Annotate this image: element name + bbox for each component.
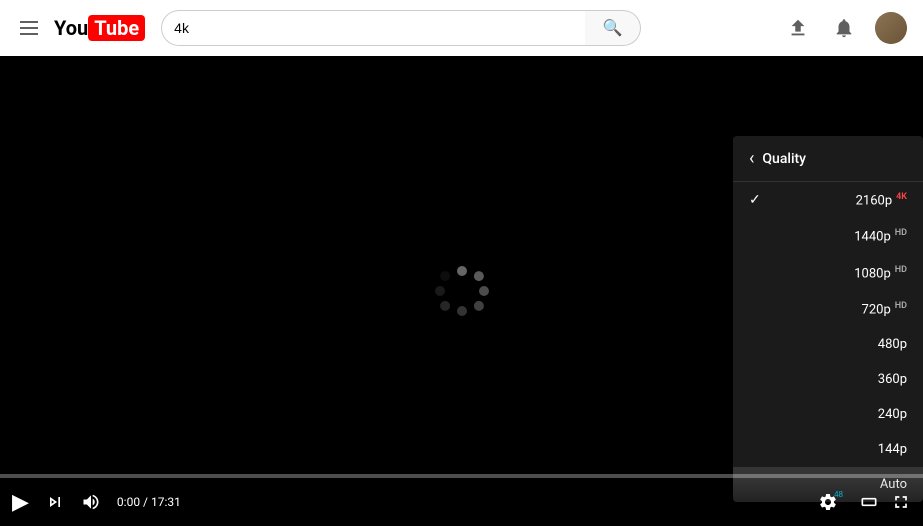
fullscreen-icon [891, 492, 911, 512]
quality-item-1440p[interactable]: 1440pHD [733, 218, 923, 254]
loading-spinner [434, 263, 490, 319]
quality-label-1440p: 1440pHD [769, 228, 907, 244]
volume-icon [81, 492, 101, 512]
search-bar: 🔍 [161, 10, 641, 46]
theatre-icon [859, 492, 879, 512]
bell-icon [833, 17, 855, 39]
logo-you: You [54, 16, 88, 40]
quality-label-360p: 360p [769, 372, 907, 387]
quality-badge-2160p: 4K [896, 192, 907, 202]
quality-badge-1080p: HD [895, 265, 907, 275]
settings-badge: 48 [834, 490, 843, 499]
quality-item-360p[interactable]: 360p [733, 362, 923, 397]
controls-right: 48 [814, 488, 915, 516]
play-button[interactable]: ▶ [8, 485, 33, 519]
controls-bar: ▶ 0:00 / 17:31 48 [0, 478, 923, 526]
header: YouTube 🔍 [0, 0, 923, 56]
quality-badge-1440p: HD [895, 228, 907, 238]
quality-header[interactable]: ‹ Quality [733, 136, 923, 182]
play-icon: ▶ [12, 489, 29, 515]
fullscreen-button[interactable] [887, 488, 915, 516]
avatar[interactable] [875, 12, 907, 44]
time-display: 0:00 / 17:31 [117, 495, 181, 509]
header-right [783, 12, 907, 44]
upload-button[interactable] [783, 13, 813, 43]
quality-label-1080p: 1080pHD [769, 265, 907, 281]
video-container[interactable]: ‹ Quality ✓ 2160p4K 1440pHD 1080pHD 720p… [0, 56, 923, 526]
notifications-button[interactable] [829, 13, 859, 43]
youtube-logo[interactable]: YouTube [54, 15, 145, 41]
hamburger-icon[interactable] [16, 17, 42, 39]
search-icon: 🔍 [603, 18, 623, 38]
quality-menu: ‹ Quality ✓ 2160p4K 1440pHD 1080pHD 720p… [733, 136, 923, 502]
quality-item-240p[interactable]: 240p [733, 397, 923, 432]
avatar-image [875, 12, 907, 44]
volume-button[interactable] [77, 488, 105, 516]
back-icon: ‹ [749, 148, 754, 169]
quality-item-2160p[interactable]: ✓ 2160p4K [733, 182, 923, 218]
header-left: YouTube [16, 15, 145, 41]
upload-icon [787, 17, 809, 39]
quality-label-480p: 480p [769, 337, 907, 352]
quality-title: Quality [762, 151, 806, 167]
next-icon [45, 492, 65, 512]
quality-item-144p[interactable]: 144p [733, 432, 923, 467]
theatre-button[interactable] [855, 488, 883, 516]
quality-item-480p[interactable]: 480p [733, 327, 923, 362]
quality-label-2160p: 2160p4K [769, 192, 907, 208]
next-button[interactable] [41, 488, 69, 516]
quality-item-720p[interactable]: 720pHD [733, 291, 923, 327]
logo-tube: Tube [88, 15, 145, 41]
quality-item-1080p[interactable]: 1080pHD [733, 255, 923, 291]
quality-label-720p: 720pHD [769, 301, 907, 317]
settings-button[interactable]: 48 [814, 488, 851, 516]
quality-label-240p: 240p [769, 407, 907, 422]
search-button[interactable]: 🔍 [585, 10, 641, 46]
check-icon-2160p: ✓ [749, 192, 769, 208]
search-input[interactable] [161, 10, 585, 46]
quality-label-144p: 144p [769, 442, 907, 457]
quality-badge-720p: HD [895, 301, 907, 311]
